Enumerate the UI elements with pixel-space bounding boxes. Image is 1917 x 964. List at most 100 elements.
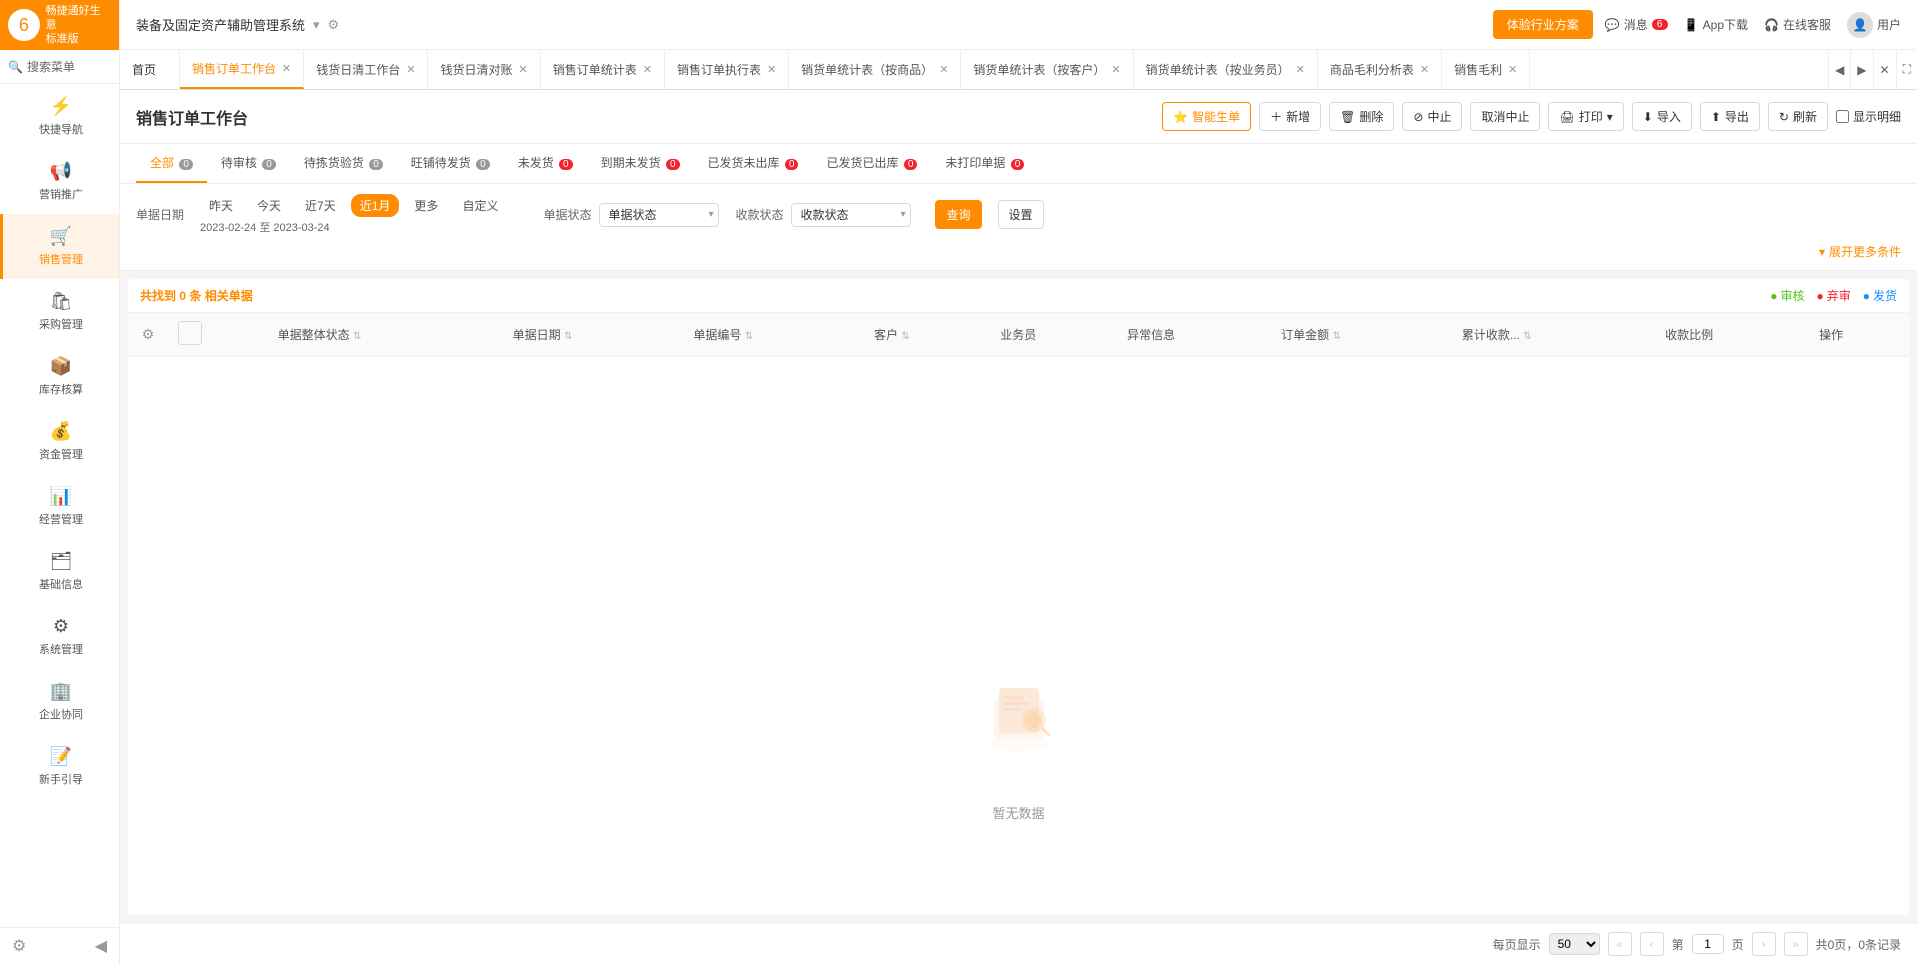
- tab-sales-stat-staff[interactable]: 销货单统计表（按业务员）✕: [1134, 50, 1318, 89]
- topbar-dropdown-icon[interactable]: ▾: [313, 17, 320, 33]
- sidebar-item-operations[interactable]: 📊 经营管理: [0, 474, 119, 539]
- status-select[interactable]: 单据状态: [599, 203, 719, 227]
- sidebar-item-marketing[interactable]: 📢 营销推广: [0, 149, 119, 214]
- date-option-昨天[interactable]: 昨天: [200, 194, 242, 217]
- show-detail-checkbox[interactable]: [1836, 110, 1849, 123]
- tab-sales-profit[interactable]: 销售毛利✕: [1442, 50, 1530, 89]
- tab-scroll-right[interactable]: ▶: [1850, 50, 1872, 89]
- sidebar-item-sales[interactable]: 🛒 销售管理: [0, 214, 119, 279]
- query-button[interactable]: 查询: [935, 200, 981, 229]
- date-option-近1月[interactable]: 近1月: [351, 194, 400, 217]
- date-option-近7天[interactable]: 近7天: [296, 194, 345, 217]
- col-date-sort[interactable]: ⇅: [564, 331, 572, 342]
- tab-close-cash-daily[interactable]: ✕: [406, 63, 415, 76]
- tab-close-product-margin[interactable]: ✕: [1420, 63, 1429, 76]
- col-amount-sort[interactable]: ⇅: [1333, 331, 1341, 342]
- tab-close-sales-workbench[interactable]: ✕: [282, 62, 291, 75]
- tab-sales-stat-product[interactable]: 销货单统计表（按商品）✕: [789, 50, 961, 89]
- col-status-sort[interactable]: ⇅: [353, 331, 361, 342]
- page-size-select[interactable]: 102050100: [1549, 933, 1600, 955]
- sub-tab-pending-check[interactable]: 待拣货验货 0: [290, 144, 397, 183]
- col-customer-sort[interactable]: ⇅: [901, 331, 909, 342]
- sub-tab-label-not-printed: 未打印单据: [945, 156, 1005, 170]
- tab-close-sales-stat-staff[interactable]: ✕: [1296, 63, 1305, 76]
- collapse-icon[interactable]: ◀: [95, 936, 107, 956]
- tab-close-cash-reconcile[interactable]: ✕: [518, 63, 527, 76]
- stop-button[interactable]: ⊘ 中止: [1402, 102, 1462, 131]
- delete-button[interactable]: 🗑 删除: [1329, 102, 1394, 131]
- approve-button[interactable]: ● 审核: [1770, 287, 1804, 304]
- page-first-button[interactable]: «: [1608, 932, 1632, 956]
- import-button[interactable]: ⬇ 导入: [1632, 102, 1692, 131]
- sub-tab-wangpu-pending[interactable]: 旺铺待发货 0: [397, 144, 504, 183]
- sub-tab-not-printed[interactable]: 未打印单据 0: [931, 144, 1038, 183]
- sidebar-item-enterprise[interactable]: 🏢 企业协同: [0, 669, 119, 734]
- reject-button[interactable]: ● 弃审: [1816, 287, 1850, 304]
- sub-tab-label-pending-review: 待审核: [221, 156, 257, 170]
- tab-close-sales-stat-customer[interactable]: ✕: [1111, 63, 1120, 76]
- cancel-stop-button[interactable]: 取消中止: [1470, 102, 1540, 131]
- sub-tab-shipped-out[interactable]: 已发货已出库 0: [812, 144, 931, 183]
- search-menu[interactable]: 🔍 搜索菜单: [0, 50, 119, 84]
- tab-close-sales-exec[interactable]: ✕: [767, 63, 776, 76]
- nav-icon-base-info: 🗂: [50, 551, 73, 572]
- table-scroll-area[interactable]: ⚙ 单据整体状态 ⇅ 单据日期 ⇅: [128, 313, 1909, 574]
- sub-tab-pending-review[interactable]: 待审核 0: [207, 144, 290, 183]
- tab-maximize[interactable]: ⛶: [1896, 50, 1917, 89]
- tab-cash-reconcile[interactable]: 钱货日清对账✕: [428, 50, 540, 89]
- expand-filter-button[interactable]: ▾ 展开更多条件: [1819, 243, 1901, 260]
- app-download-button[interactable]: 📱 App下载: [1684, 16, 1748, 33]
- tab-home[interactable]: 首页: [120, 50, 180, 89]
- smart-generate-button[interactable]: ⭐ 智能生单: [1162, 102, 1251, 131]
- tab-sales-stats[interactable]: 销售订单统计表✕: [541, 50, 665, 89]
- tab-sales-workbench[interactable]: 销售订单工作台✕: [180, 50, 304, 89]
- payment-select[interactable]: 收款状态: [791, 203, 911, 227]
- record-count-value: 0: [179, 289, 186, 303]
- col-collected-sort[interactable]: ⇅: [1523, 331, 1531, 342]
- sidebar-item-guide[interactable]: 📝 新手引导: [0, 734, 119, 799]
- refresh-button[interactable]: ↻ 刷新: [1768, 102, 1828, 131]
- tab-product-margin[interactable]: 商品毛利分析表✕: [1318, 50, 1442, 89]
- sidebar-item-purchase[interactable]: 🛍 采购管理: [0, 279, 119, 344]
- column-settings-icon[interactable]: ⚙: [142, 326, 155, 342]
- settings-icon[interactable]: ⚙: [12, 936, 26, 956]
- page-next-button[interactable]: ›: [1752, 932, 1776, 956]
- online-service-button[interactable]: 🎧 在线客服: [1764, 16, 1831, 33]
- topbar-settings-icon[interactable]: ⚙: [328, 17, 340, 33]
- app-download-label: App下载: [1703, 16, 1748, 33]
- show-detail-toggle[interactable]: 显示明细: [1836, 108, 1901, 125]
- tab-close-sales-profit[interactable]: ✕: [1508, 63, 1517, 76]
- sub-tab-overdue-not-shipped[interactable]: 到期未发货 0: [587, 144, 694, 183]
- sidebar-item-system[interactable]: ⚙ 系统管理: [0, 604, 119, 669]
- page-last-button[interactable]: »: [1784, 932, 1808, 956]
- export-button[interactable]: ⬆ 导出: [1700, 102, 1760, 131]
- print-button[interactable]: 🖨 打印 ▾: [1548, 102, 1623, 131]
- sidebar-item-quick-nav[interactable]: ⚡ 快捷导航: [0, 84, 119, 149]
- date-option-自定义[interactable]: 自定义: [453, 194, 507, 217]
- tab-close-sales-stat-product[interactable]: ✕: [939, 63, 948, 76]
- date-option-今天[interactable]: 今天: [248, 194, 290, 217]
- add-button[interactable]: ＋ 新增: [1259, 102, 1321, 131]
- user-menu-button[interactable]: 👤 用户: [1847, 12, 1901, 38]
- select-all-checkbox[interactable]: [178, 321, 202, 345]
- tab-sales-stat-customer[interactable]: 销货单统计表（按客户）✕: [961, 50, 1133, 89]
- industry-solution-button[interactable]: 体验行业方案: [1493, 10, 1593, 39]
- tab-close-all[interactable]: ✕: [1873, 50, 1896, 89]
- settings-button[interactable]: 设置: [998, 200, 1044, 229]
- col-number-sort[interactable]: ⇅: [745, 331, 753, 342]
- tab-close-sales-stats[interactable]: ✕: [643, 63, 652, 76]
- sub-tab-not-shipped[interactable]: 未发货 0: [504, 144, 587, 183]
- sidebar-item-finance[interactable]: 💰 资金管理: [0, 409, 119, 474]
- sub-tab-shipped-not-out[interactable]: 已发货未出库 0: [694, 144, 813, 183]
- tab-scroll-left[interactable]: ◀: [1828, 50, 1850, 89]
- sidebar-item-base-info[interactable]: 🗂 基础信息: [0, 539, 119, 604]
- messages-button[interactable]: 💬 消息 6: [1605, 16, 1668, 33]
- tab-cash-daily[interactable]: 钱货日清工作台✕: [304, 50, 428, 89]
- ship-button[interactable]: ● 发货: [1863, 287, 1897, 304]
- tab-sales-exec[interactable]: 销售订单执行表✕: [665, 50, 789, 89]
- page-number-input[interactable]: [1692, 934, 1724, 954]
- sidebar-item-inventory[interactable]: 📦 库存核算: [0, 344, 119, 409]
- date-option-更多[interactable]: 更多: [405, 194, 447, 217]
- sub-tab-all[interactable]: 全部 0: [136, 144, 207, 183]
- page-prev-button[interactable]: ‹: [1640, 932, 1664, 956]
